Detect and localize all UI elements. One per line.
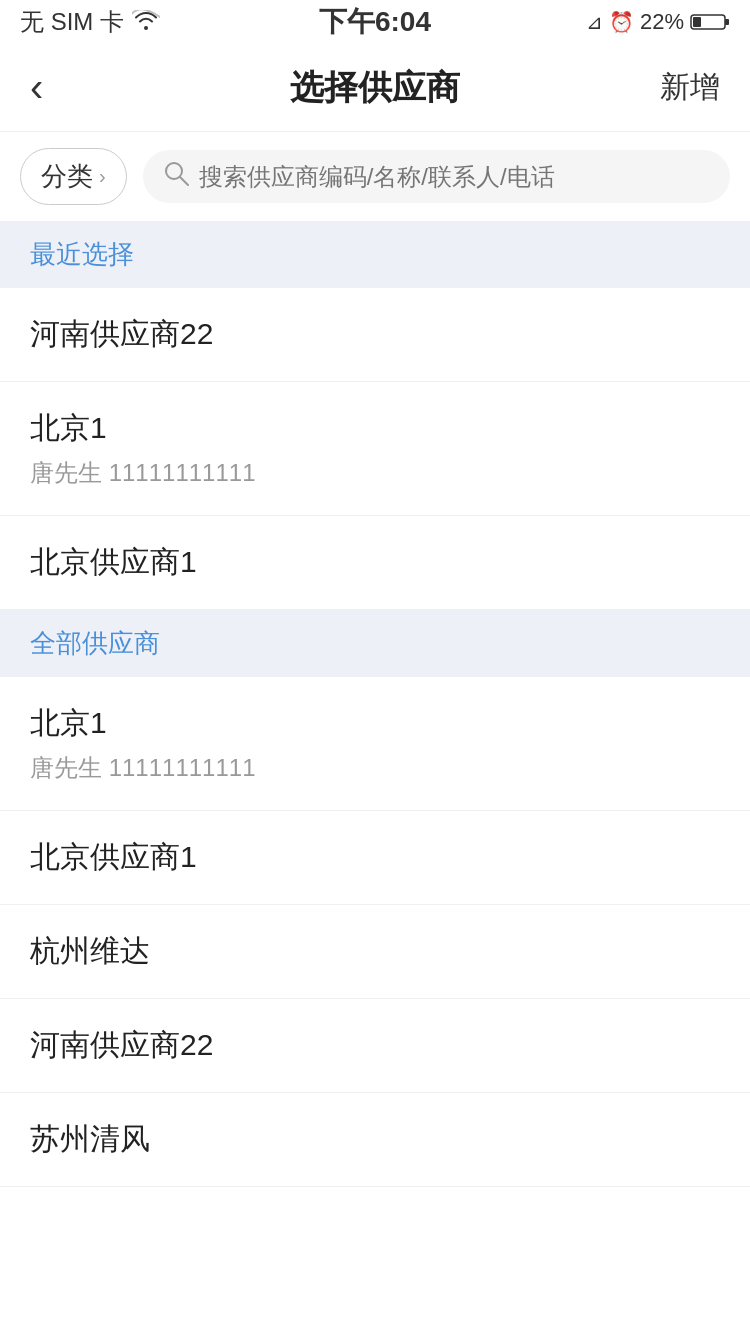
category-button[interactable]: 分类 › [20,148,127,205]
status-bar: 无 SIM 卡 下午6:04 ⊿ ⏰ 22% [0,0,750,44]
all-item-2-name: 杭州维达 [30,931,720,972]
status-left: 无 SIM 卡 [20,6,160,38]
all-item-4-name: 苏州清风 [30,1119,720,1160]
recent-section-header: 最近选择 [0,221,750,288]
nav-bar: ‹ 选择供应商 新增 [0,44,750,132]
no-sim-label: 无 SIM 卡 [20,6,124,38]
search-box [143,150,730,203]
recent-item-1[interactable]: 北京1 唐先生 11111111111 [0,382,750,516]
status-time: 下午6:04 [319,3,431,41]
all-section-label: 全部供应商 [30,628,160,658]
chevron-right-icon: › [99,165,106,188]
all-item-4[interactable]: 苏州清风 [0,1093,750,1187]
recent-section-label: 最近选择 [30,239,134,269]
recent-item-2[interactable]: 北京供应商1 [0,516,750,610]
search-input[interactable] [199,163,710,191]
all-item-0[interactable]: 北京1 唐先生 11111111111 [0,677,750,811]
recent-list: 河南供应商22 北京1 唐先生 11111111111 北京供应商1 [0,288,750,610]
nav-title: 选择供应商 [290,65,460,111]
category-label: 分类 [41,159,93,194]
recent-item-0[interactable]: 河南供应商22 [0,288,750,382]
location-icon: ⊿ [586,10,603,34]
svg-rect-2 [693,17,701,27]
alarm-icon: ⏰ [609,10,634,34]
recent-item-1-name: 北京1 [30,408,720,449]
all-item-3[interactable]: 河南供应商22 [0,999,750,1093]
all-item-1[interactable]: 北京供应商1 [0,811,750,905]
recent-item-1-sub: 唐先生 11111111111 [30,457,720,489]
all-item-2[interactable]: 杭州维达 [0,905,750,999]
all-list: 北京1 唐先生 11111111111 北京供应商1 杭州维达 河南供应商22 … [0,677,750,1187]
all-item-0-sub: 唐先生 11111111111 [30,752,720,784]
battery-icon [690,12,730,32]
back-button[interactable]: ‹ [30,65,90,110]
battery-percent: 22% [640,9,684,35]
svg-rect-1 [725,19,729,25]
status-right: ⊿ ⏰ 22% [586,9,730,35]
recent-item-2-name: 北京供应商1 [30,542,720,583]
toolbar: 分类 › [0,132,750,221]
recent-item-0-name: 河南供应商22 [30,314,720,355]
add-button[interactable]: 新增 [660,67,720,108]
svg-line-4 [180,177,188,185]
all-item-0-name: 北京1 [30,703,720,744]
search-icon [163,160,189,193]
all-item-1-name: 北京供应商1 [30,837,720,878]
all-item-3-name: 河南供应商22 [30,1025,720,1066]
all-section-header: 全部供应商 [0,610,750,677]
wifi-icon [132,8,160,36]
